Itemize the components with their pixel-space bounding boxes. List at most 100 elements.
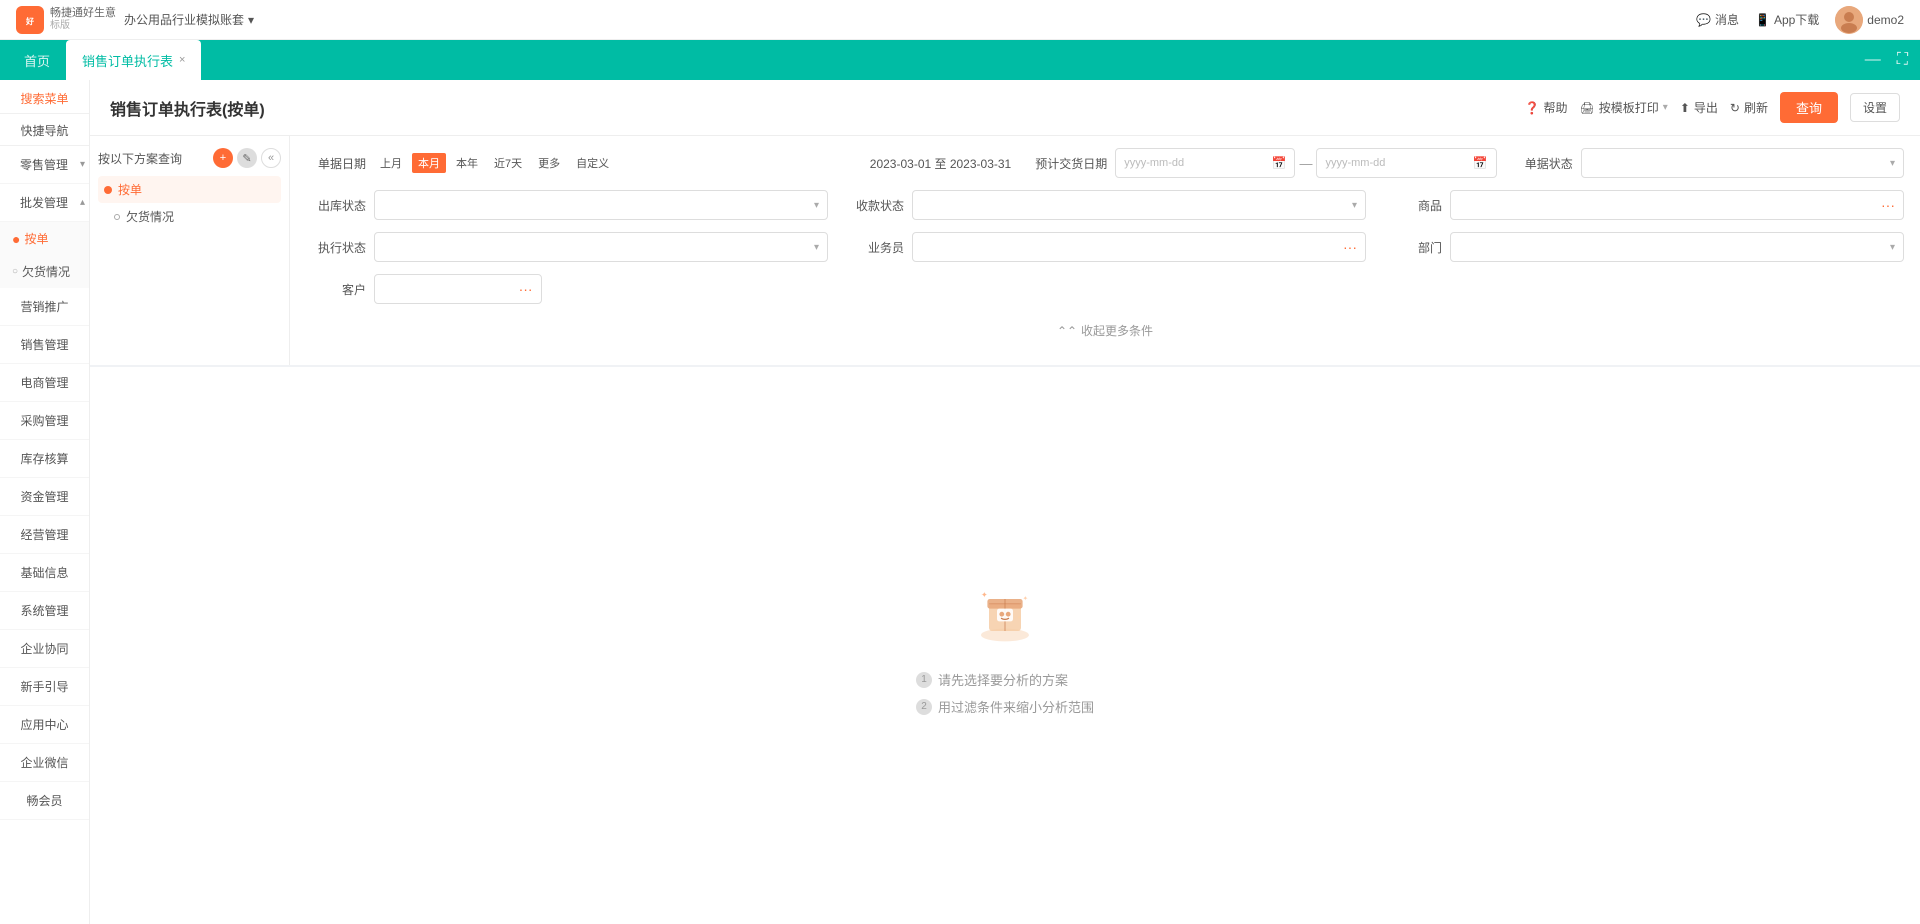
logo-area: 好 畅捷通好生意 标版	[16, 6, 116, 34]
download-icon: 📱	[1755, 13, 1770, 27]
sidebar-search[interactable]: 搜索菜单	[0, 80, 89, 114]
app-selector[interactable]: 办公用品行业模拟账套 ▾	[124, 11, 254, 28]
query-button[interactable]: 查询	[1780, 92, 1838, 123]
customer-select[interactable]: ···	[374, 274, 542, 304]
date-tab-this-month[interactable]: 本月	[412, 153, 446, 173]
date-tab-custom[interactable]: 自定义	[570, 153, 615, 173]
refresh-button[interactable]: ↻ 刷新	[1730, 99, 1768, 116]
dept-select[interactable]: ▾	[1450, 232, 1904, 262]
delivery-status-label: 出库状态	[306, 197, 366, 214]
payment-select-arrow: ▾	[1352, 200, 1357, 211]
page-title-area: 销售订单执行表(按单)	[110, 96, 265, 132]
dept-select-arrow: ▾	[1890, 242, 1895, 253]
sidebar-item-basic-info[interactable]: 基础信息	[0, 554, 89, 592]
sidebar-item-guide[interactable]: 新手引导	[0, 668, 89, 706]
print-arrow-icon: ▾	[1663, 102, 1668, 113]
page-header: 销售订单执行表(按单) ❓ 帮助 🖨 按模板打印 ▾ ⬆ 导出 ↻	[90, 80, 1920, 136]
sidebar-item-app-center[interactable]: 应用中心	[0, 706, 89, 744]
salesperson-label: 业务员	[844, 239, 904, 256]
sidebar-item-member[interactable]: 畅会员	[0, 782, 89, 820]
sidebar-item-retail[interactable]: 零售管理 ▾	[0, 146, 89, 184]
filter-plan-sub-item-shortage[interactable]: 欠货情况	[98, 203, 281, 230]
tip-num-1: 1	[916, 672, 932, 688]
filter-group-delivery-status: 出库状态 ▾	[306, 190, 828, 220]
salesperson-ellipsis-icon[interactable]: ···	[1343, 239, 1357, 255]
export-button[interactable]: ⬆ 导出	[1680, 99, 1718, 116]
customer-label: 客户	[306, 281, 366, 298]
empty-tip-1: 1 请先选择要分析的方案	[916, 670, 1094, 689]
chevron-down-icon: ▾	[248, 13, 254, 27]
filter-row-4: 客户 ···	[306, 274, 1904, 304]
add-plan-button[interactable]: +	[213, 148, 233, 168]
sidebar-item-sales[interactable]: 销售管理	[0, 326, 89, 364]
message-button[interactable]: 💬 消息	[1696, 11, 1739, 28]
sidebar-sub-item-shortage[interactable]: ○ 欠货情况	[0, 255, 89, 288]
sidebar-item-finance[interactable]: 资金管理	[0, 478, 89, 516]
edit-plan-button[interactable]: ✎	[237, 148, 257, 168]
filter-plan-item-order[interactable]: 按单	[98, 176, 281, 203]
date-tab-last-month[interactable]: 上月	[374, 153, 408, 173]
sidebar-sub-menu: ● 按单 ○ 欠货情况	[0, 222, 89, 288]
logo-text: 畅捷通好生意 标版	[50, 7, 116, 32]
minimize-icon[interactable]: —	[1861, 47, 1885, 73]
plan-active-dot	[104, 186, 112, 194]
goods-ellipsis-icon[interactable]: ···	[1881, 197, 1895, 213]
filter-left-header: 按以下方案查询 + ✎ «	[98, 148, 281, 168]
collapse-up-icon: ⌃⌃	[1057, 324, 1077, 338]
help-button[interactable]: ❓ 帮助	[1525, 99, 1568, 116]
sidebar-quick-nav[interactable]: 快捷导航	[0, 114, 89, 146]
sidebar-item-collaboration[interactable]: 企业协同	[0, 630, 89, 668]
tab-sales-order[interactable]: 销售订单执行表 ×	[66, 40, 201, 80]
date-tab-7days[interactable]: 近7天	[488, 153, 528, 173]
sidebar-item-wechat[interactable]: 企业微信	[0, 744, 89, 782]
app-download-button[interactable]: 📱 App下载	[1755, 11, 1819, 28]
delivery-status-select[interactable]: ▾	[374, 190, 828, 220]
date-tab-this-year[interactable]: 本年	[450, 153, 484, 173]
goods-select[interactable]: ···	[1450, 190, 1904, 220]
print-button[interactable]: 🖨 按模板打印 ▾	[1580, 99, 1668, 116]
maximize-icon[interactable]: ⛶	[1893, 47, 1912, 73]
user-area[interactable]: demo2	[1835, 6, 1904, 34]
filter-group-date: 单据日期 上月 本月 本年 近7天 更多 自定义	[306, 153, 854, 173]
calendar-end-icon: 📅	[1473, 156, 1488, 170]
svg-text:✦: ✦	[981, 590, 988, 599]
main-layout: 搜索菜单 快捷导航 零售管理 ▾ 批发管理 ▴ ● 按单 ○ 欠货情况	[0, 80, 1920, 924]
exec-status-select[interactable]: ▾	[374, 232, 828, 262]
export-icon: ⬆	[1680, 101, 1690, 115]
predict-date-start[interactable]: yyyy-mm-dd 📅	[1115, 148, 1295, 178]
sidebar-item-inventory[interactable]: 库存核算	[0, 440, 89, 478]
tab-home[interactable]: 首页	[8, 40, 66, 80]
sidebar-item-purchase[interactable]: 采购管理	[0, 402, 89, 440]
sidebar-item-system[interactable]: 系统管理	[0, 592, 89, 630]
sidebar-sub-item-order[interactable]: ● 按单	[0, 222, 89, 255]
page-actions: ❓ 帮助 🖨 按模板打印 ▾ ⬆ 导出 ↻ 刷新 查询 设置	[1525, 92, 1900, 135]
content-area: 销售订单执行表(按单) ❓ 帮助 🖨 按模板打印 ▾ ⬆ 导出 ↻	[90, 80, 1920, 924]
empty-state: ✦ ✦ ✦ 1 请先选择要分析的方案 2 用过滤条件来缩小分析范围	[90, 367, 1920, 924]
salesperson-select[interactable]: ···	[912, 232, 1366, 262]
filter-group-predict-date: 预计交货日期 yyyy-mm-dd 📅 — yyyy-mm-dd 📅	[1027, 148, 1497, 178]
sidebar-item-ecommerce[interactable]: 电商管理	[0, 364, 89, 402]
collapse-filter-button[interactable]: «	[261, 148, 281, 168]
status-select[interactable]: ▾	[1581, 148, 1904, 178]
header-right: 💬 消息 📱 App下载 demo2	[1696, 6, 1904, 34]
svg-text:好: 好	[25, 16, 34, 26]
settings-button[interactable]: 设置	[1850, 93, 1900, 122]
sidebar-item-wholesale[interactable]: 批发管理 ▴	[0, 184, 89, 222]
payment-status-select[interactable]: ▾	[912, 190, 1366, 220]
tab-close-icon[interactable]: ×	[179, 54, 185, 66]
date-tab-more[interactable]: 更多	[532, 153, 566, 173]
svg-text:✦: ✦	[1023, 596, 1028, 603]
collapse-more-button[interactable]: ⌃⌃ 收起更多条件	[306, 316, 1904, 345]
filter-row-3: 执行状态 ▾ 业务员 ··· 部门	[306, 232, 1904, 262]
date-label: 单据日期	[306, 155, 366, 172]
sidebar-item-operations[interactable]: 经营管理	[0, 516, 89, 554]
filter-row-2: 出库状态 ▾ 收款状态 ▾ 商品	[306, 190, 1904, 220]
filter-group-status: 单据状态 ▾	[1513, 148, 1904, 178]
status-select-arrow: ▾	[1890, 158, 1895, 169]
sidebar-item-marketing[interactable]: 营销推广	[0, 288, 89, 326]
predict-date-end[interactable]: yyyy-mm-dd 📅	[1316, 148, 1496, 178]
customer-ellipsis-icon[interactable]: ···	[519, 281, 533, 297]
goods-label: 商品	[1382, 197, 1442, 214]
filter-left: 按以下方案查询 + ✎ « 按单 欠货情况	[90, 136, 290, 365]
svg-text:✦: ✦	[1017, 615, 1021, 621]
